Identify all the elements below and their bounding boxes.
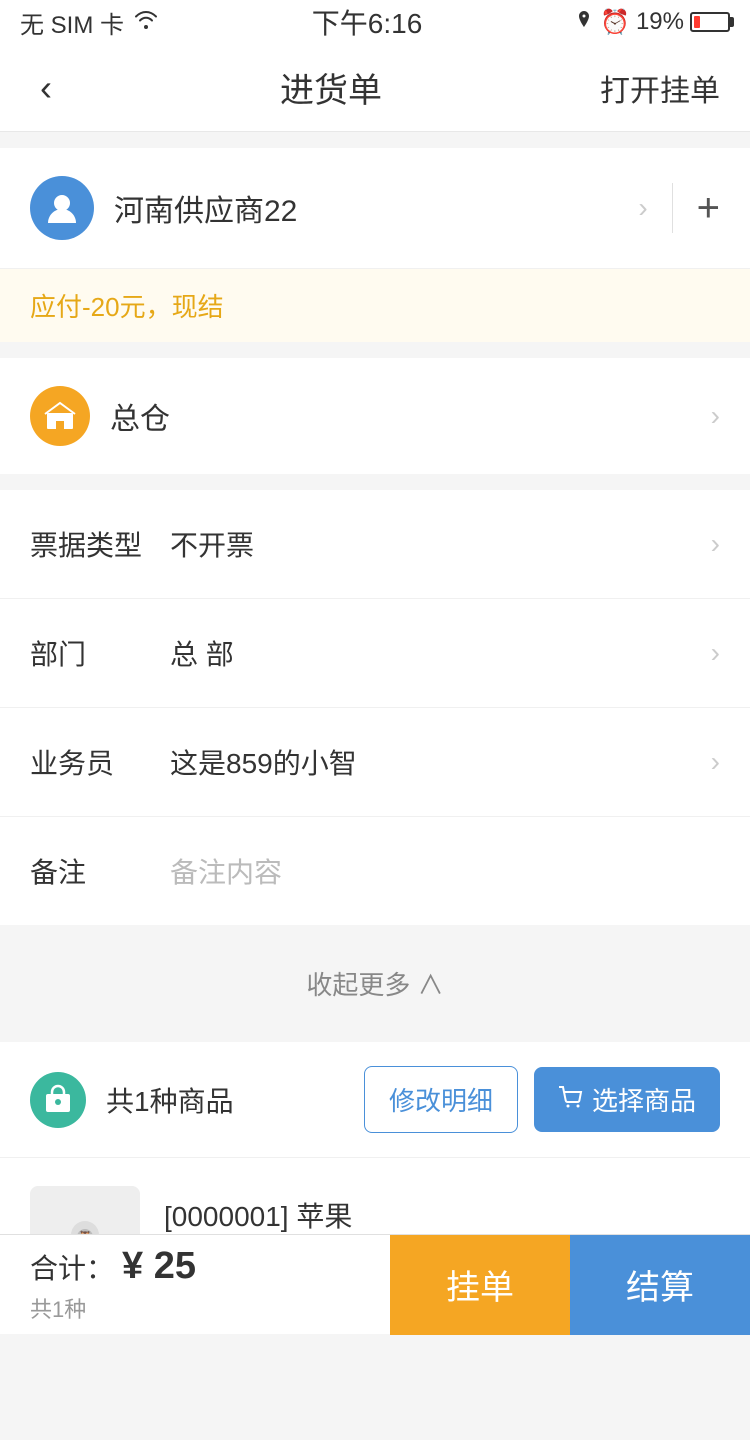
products-count: 共1种商品: [106, 1080, 364, 1120]
open-pending-button[interactable]: 打开挂单: [600, 66, 720, 110]
wifi-icon: [132, 8, 160, 36]
staff-chevron-icon: ›: [711, 746, 720, 778]
staff-row[interactable]: 业务员 这是859的小智 ›: [0, 708, 750, 817]
bottom-bar: 合计： ¥ 25 共1种 挂单 结算: [0, 1234, 750, 1334]
total-main: 合计： ¥ 25: [30, 1245, 360, 1288]
status-right: ⏰ 19%: [574, 8, 730, 37]
product-code: [0000001]: [164, 1201, 289, 1232]
vertical-divider: [672, 183, 673, 233]
notice-banner: 应付-20元，现结: [0, 269, 750, 342]
battery-icon: [690, 12, 730, 32]
nav-bar: ‹ 进货单 打开挂单: [0, 44, 750, 132]
remark-row[interactable]: 备注 备注内容: [0, 817, 750, 925]
supplier-name: 河南供应商22: [114, 186, 638, 230]
products-header: 共1种商品 修改明细 选择商品: [0, 1042, 750, 1158]
location-icon: [574, 8, 594, 36]
page-title: 进货单: [280, 63, 382, 112]
edit-detail-button[interactable]: 修改明细: [364, 1066, 518, 1133]
department-label: 部门: [30, 633, 150, 673]
invoice-type-label: 票据类型: [30, 524, 150, 564]
separator-1: [0, 132, 750, 148]
product-title: 苹果: [296, 1201, 352, 1232]
product-name: [0000001] 苹果: [164, 1195, 670, 1235]
remark-placeholder: 备注内容: [150, 851, 720, 891]
cart-icon: [558, 1084, 584, 1115]
invoice-type-row[interactable]: 票据类型 不开票 ›: [0, 490, 750, 599]
back-button[interactable]: ‹: [30, 57, 62, 119]
warehouse-icon-wrap: [30, 386, 90, 446]
checkout-button[interactable]: 结算: [570, 1235, 750, 1335]
supplier-avatar: [30, 176, 94, 240]
invoice-type-value: 不开票: [150, 524, 711, 564]
warehouse-section: 总仓 ›: [0, 358, 750, 474]
warehouse-chevron-icon: ›: [711, 400, 720, 432]
warehouse-row[interactable]: 总仓 ›: [0, 358, 750, 474]
total-label: 合计：: [30, 1247, 114, 1287]
department-value: 总 部: [150, 633, 711, 673]
battery-text: 19%: [636, 8, 684, 36]
supplier-chevron-icon: ›: [638, 192, 647, 224]
supplier-row[interactable]: 河南供应商22 › +: [0, 148, 750, 269]
total-sub: 共1种: [30, 1292, 360, 1324]
separator-2: [0, 1026, 750, 1042]
total-section: 合计： ¥ 25 共1种: [0, 1245, 390, 1324]
add-supplier-button[interactable]: +: [697, 186, 720, 231]
status-left: 无 SIM 卡: [20, 5, 160, 40]
department-chevron-icon: ›: [711, 637, 720, 669]
invoice-chevron-icon: ›: [711, 528, 720, 560]
select-product-label: 选择商品: [592, 1081, 696, 1118]
select-product-button[interactable]: 选择商品: [534, 1067, 720, 1132]
form-section: 票据类型 不开票 › 部门 总 部 › 业务员 这是859的小智 › 备注 备注…: [0, 490, 750, 925]
remark-label: 备注: [30, 851, 150, 891]
collapse-toggle[interactable]: 收起更多 ∧: [0, 941, 750, 1026]
warehouse-name: 总仓: [110, 394, 711, 438]
products-icon: [30, 1072, 86, 1128]
alarm-icon: ⏰: [600, 8, 630, 37]
staff-value: 这是859的小智: [150, 742, 711, 782]
sim-label: 无 SIM 卡: [20, 5, 124, 40]
total-amount: ¥ 25: [122, 1245, 196, 1288]
staff-label: 业务员: [30, 742, 150, 782]
supplier-section: 河南供应商22 › + 应付-20元，现结: [0, 148, 750, 342]
status-time: 下午6:16: [312, 2, 423, 42]
department-row[interactable]: 部门 总 部 ›: [0, 599, 750, 708]
status-bar: 无 SIM 卡 下午6:16 ⏰ 19%: [0, 0, 750, 44]
suspend-button[interactable]: 挂单: [390, 1235, 570, 1335]
